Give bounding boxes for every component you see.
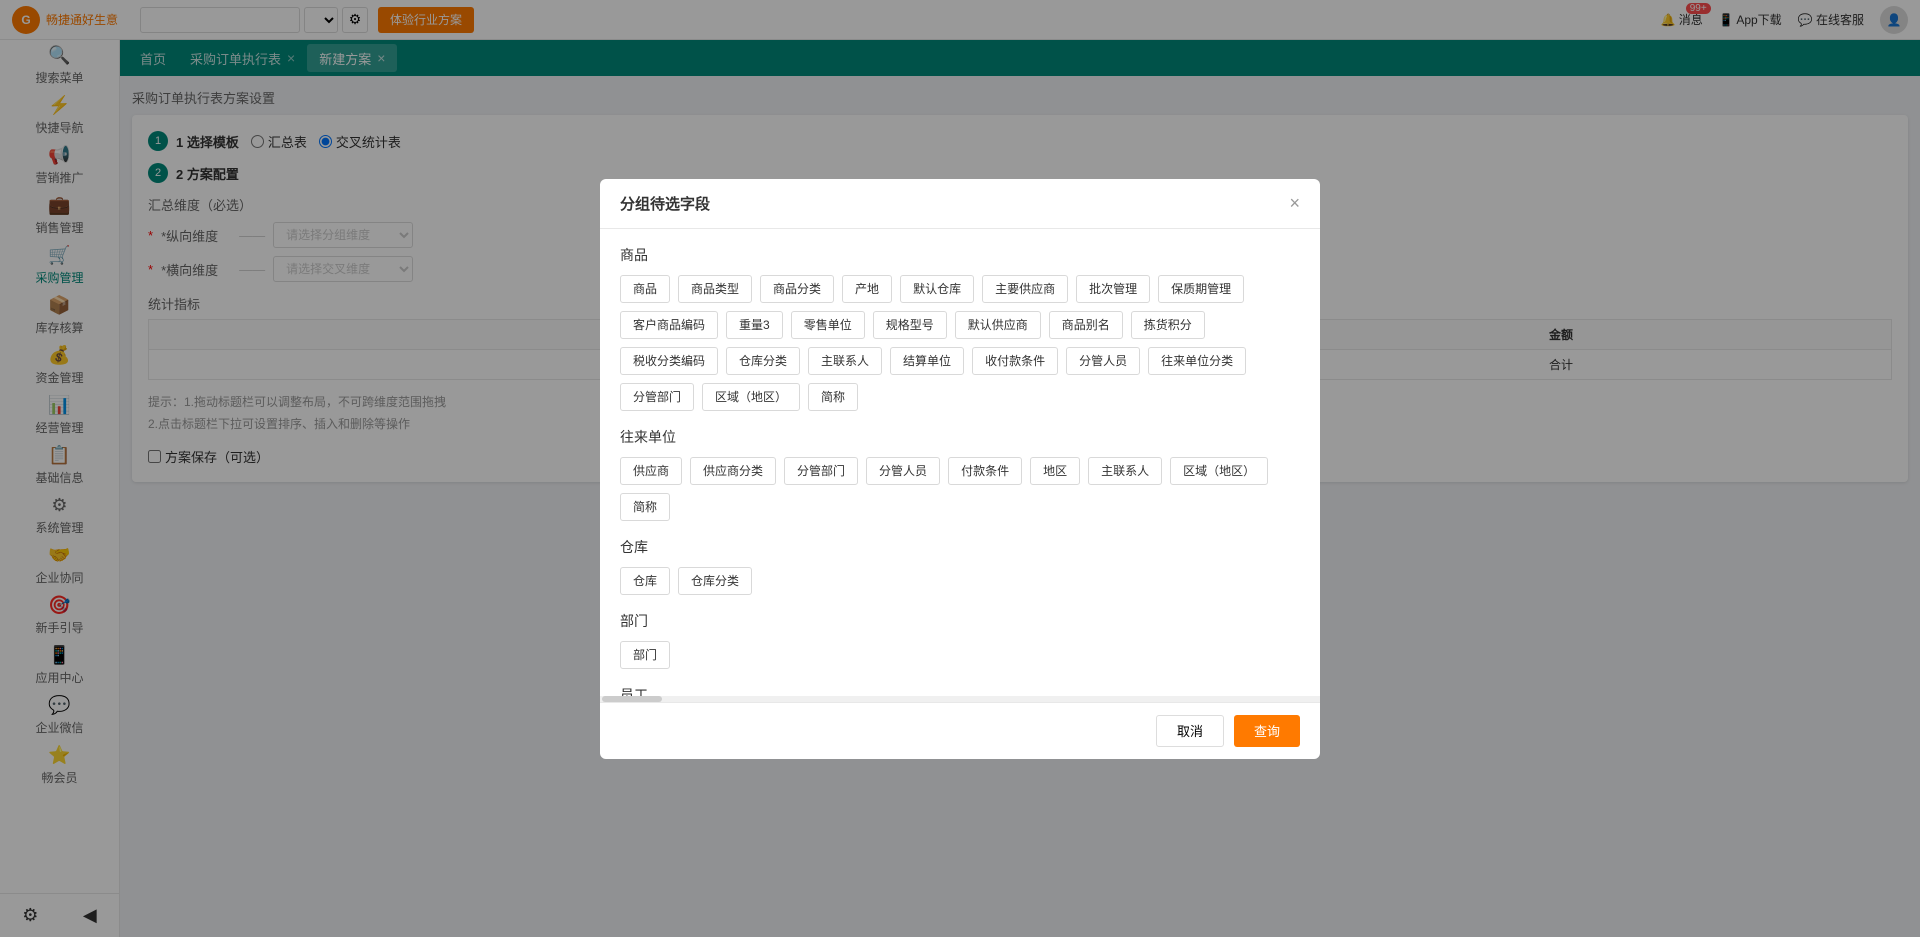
field-tag[interactable]: 税收分类编码 [620,347,718,375]
modal-header: 分组待选字段 × [600,179,1320,229]
section-title-counterpart: 往来单位 [620,427,1300,447]
field-tag[interactable]: 仓库分类 [678,567,752,595]
field-tag[interactable]: 仓库 [620,567,670,595]
field-tag[interactable]: 规格型号 [873,311,947,339]
section-title-department: 部门 [620,611,1300,631]
field-tag[interactable]: 付款条件 [948,457,1022,485]
field-tag[interactable]: 部门 [620,641,670,669]
field-section-warehouse: 仓库仓库仓库分类 [620,537,1300,595]
field-tag[interactable]: 零售单位 [791,311,865,339]
field-tags-department: 部门 [620,641,1300,669]
field-tag[interactable]: 分管部门 [620,383,694,411]
field-tag[interactable]: 区域（地区） [702,383,800,411]
cancel-button[interactable]: 取消 [1156,715,1224,747]
field-section-staff: 员工业务员 [620,685,1300,696]
field-section-department: 部门部门 [620,611,1300,669]
field-tag[interactable]: 简称 [808,383,858,411]
modal-footer: 取消 查询 [600,702,1320,759]
section-title-staff: 员工 [620,685,1300,696]
field-section-goods: 商品商品商品类型商品分类产地默认仓库主要供应商批次管理保质期管理客户商品编码重量… [620,245,1300,411]
field-tags-counterpart: 供应商供应商分类分管部门分管人员付款条件地区主联系人区域（地区） 简称 [620,457,1300,521]
field-tag[interactable]: 商品别名 [1049,311,1123,339]
field-tag[interactable]: 区域（地区） [1170,457,1268,485]
field-tag[interactable]: 主联系人 [1088,457,1162,485]
field-tag[interactable]: 重量3 [726,311,783,339]
field-tags-goods: 商品商品类型商品分类产地默认仓库主要供应商批次管理保质期管理客户商品编码重量3 零… [620,275,1300,411]
field-tag[interactable]: 往来单位分类 [1148,347,1246,375]
section-title-warehouse: 仓库 [620,537,1300,557]
modal-overlay: 分组待选字段 × 商品商品商品类型商品分类产地默认仓库主要供应商批次管理保质期管… [0,0,1920,937]
field-tag[interactable]: 分管部门 [784,457,858,485]
field-tag[interactable]: 简称 [620,493,670,521]
field-tag[interactable]: 供应商 [620,457,682,485]
field-select-modal: 分组待选字段 × 商品商品商品类型商品分类产地默认仓库主要供应商批次管理保质期管… [600,179,1320,759]
field-tag[interactable]: 商品类型 [678,275,752,303]
modal-title: 分组待选字段 [620,193,710,214]
field-tag[interactable]: 分管人员 [866,457,940,485]
field-tag[interactable]: 结算单位 [890,347,964,375]
field-tag[interactable]: 批次管理 [1076,275,1150,303]
field-section-counterpart: 往来单位供应商供应商分类分管部门分管人员付款条件地区主联系人区域（地区） 简称 [620,427,1300,521]
field-tag[interactable]: 客户商品编码 [620,311,718,339]
field-tag[interactable]: 保质期管理 [1158,275,1244,303]
field-tag[interactable]: 地区 [1030,457,1080,485]
field-tag[interactable]: 仓库分类 [726,347,800,375]
field-tag[interactable]: 商品 [620,275,670,303]
field-tag[interactable]: 拣货积分 [1131,311,1205,339]
field-tag[interactable]: 收付款条件 [972,347,1058,375]
field-tag[interactable]: 默认仓库 [900,275,974,303]
field-tag[interactable]: 分管人员 [1066,347,1140,375]
field-tag[interactable]: 默认供应商 [955,311,1041,339]
field-tag[interactable]: 产地 [842,275,892,303]
field-tag[interactable]: 主要供应商 [982,275,1068,303]
field-tags-warehouse: 仓库仓库分类 [620,567,1300,595]
field-tag[interactable]: 供应商分类 [690,457,776,485]
confirm-button[interactable]: 查询 [1234,715,1300,747]
section-title-goods: 商品 [620,245,1300,265]
modal-close-button[interactable]: × [1289,193,1300,214]
field-tag[interactable]: 主联系人 [808,347,882,375]
modal-body: 商品商品商品类型商品分类产地默认仓库主要供应商批次管理保质期管理客户商品编码重量… [600,229,1320,696]
field-tag[interactable]: 商品分类 [760,275,834,303]
